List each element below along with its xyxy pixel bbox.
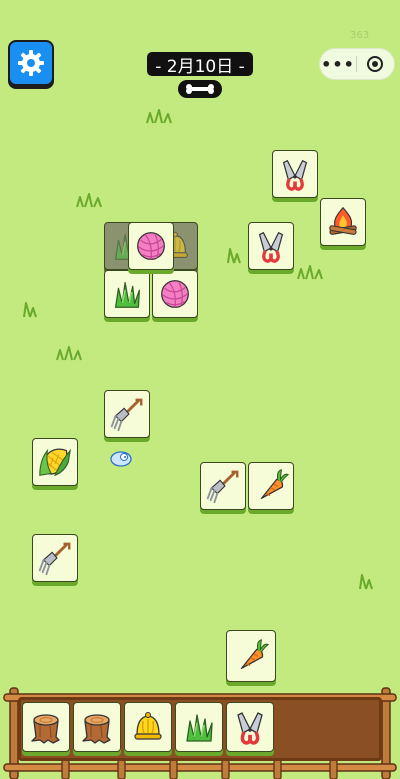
scissors-icon: [281, 159, 309, 191]
tile-corn[interactable]: [32, 438, 78, 486]
bone-icon: [186, 84, 214, 94]
tile-pitchfork[interactable]: [104, 390, 150, 438]
pitchfork-icon: [110, 398, 143, 432]
bone-button[interactable]: [178, 80, 222, 98]
scissors-icon: [236, 711, 264, 745]
miniprogram-capsule: •••: [319, 48, 395, 80]
tile-grass[interactable]: [104, 270, 150, 318]
close-button[interactable]: [357, 55, 393, 73]
carrot-icon: [260, 469, 289, 500]
tile-yarn-ball[interactable]: [152, 270, 198, 318]
tile-yarn-ball[interactable]: [128, 222, 174, 270]
tray-slot-tree-stump: [22, 702, 70, 752]
tile-carrot[interactable]: [226, 630, 276, 682]
grass-tuft-icon: [359, 574, 373, 590]
target-circle-icon: [367, 56, 383, 72]
grass-tuft-icon: [76, 193, 102, 208]
yarn-ball-icon: [137, 232, 165, 260]
date-label: - 2月10日 -: [147, 52, 253, 77]
game-screen: { "header": { "date_label": "- 2月10日 -",…: [0, 0, 400, 779]
grass-tuft-icon: [297, 265, 323, 280]
tile-campfire[interactable]: [320, 198, 366, 246]
tree-stump-icon: [31, 714, 60, 744]
grass-tuft-icon: [227, 248, 241, 264]
corn-icon: [39, 448, 71, 476]
grass-icon: [114, 281, 141, 309]
more-dots-icon[interactable]: •••: [320, 55, 356, 74]
grass-tuft-icon: [146, 109, 172, 124]
tray-slot-grass: [175, 702, 223, 752]
bell-icon: [134, 711, 162, 740]
pitchfork-icon: [38, 542, 71, 576]
sheep-icon: [110, 451, 132, 467]
campfire-icon: [328, 207, 358, 236]
tile-scissors[interactable]: [248, 222, 294, 270]
tree-stump-icon: [82, 714, 111, 744]
carrot-icon: [240, 639, 269, 670]
scissors-icon: [257, 231, 285, 263]
tile-carrot[interactable]: [248, 462, 294, 510]
gear-icon: [18, 50, 44, 76]
tray-slot-scissors: [226, 702, 274, 752]
settings-button[interactable]: [8, 40, 54, 86]
tile-pitchfork[interactable]: [32, 534, 78, 582]
tray-slot-bell: [124, 702, 172, 752]
grass-tuft-icon: [56, 346, 82, 361]
grass-tuft-icon: [23, 302, 37, 318]
pitchfork-icon: [206, 470, 239, 504]
tile-pitchfork[interactable]: [200, 462, 246, 510]
tray-slot-tree-stump: [73, 702, 121, 752]
yarn-ball-icon: [161, 280, 189, 308]
tile-scissors[interactable]: [272, 150, 318, 198]
watermark-text: 363: [350, 30, 370, 41]
grass-icon: [186, 714, 213, 742]
